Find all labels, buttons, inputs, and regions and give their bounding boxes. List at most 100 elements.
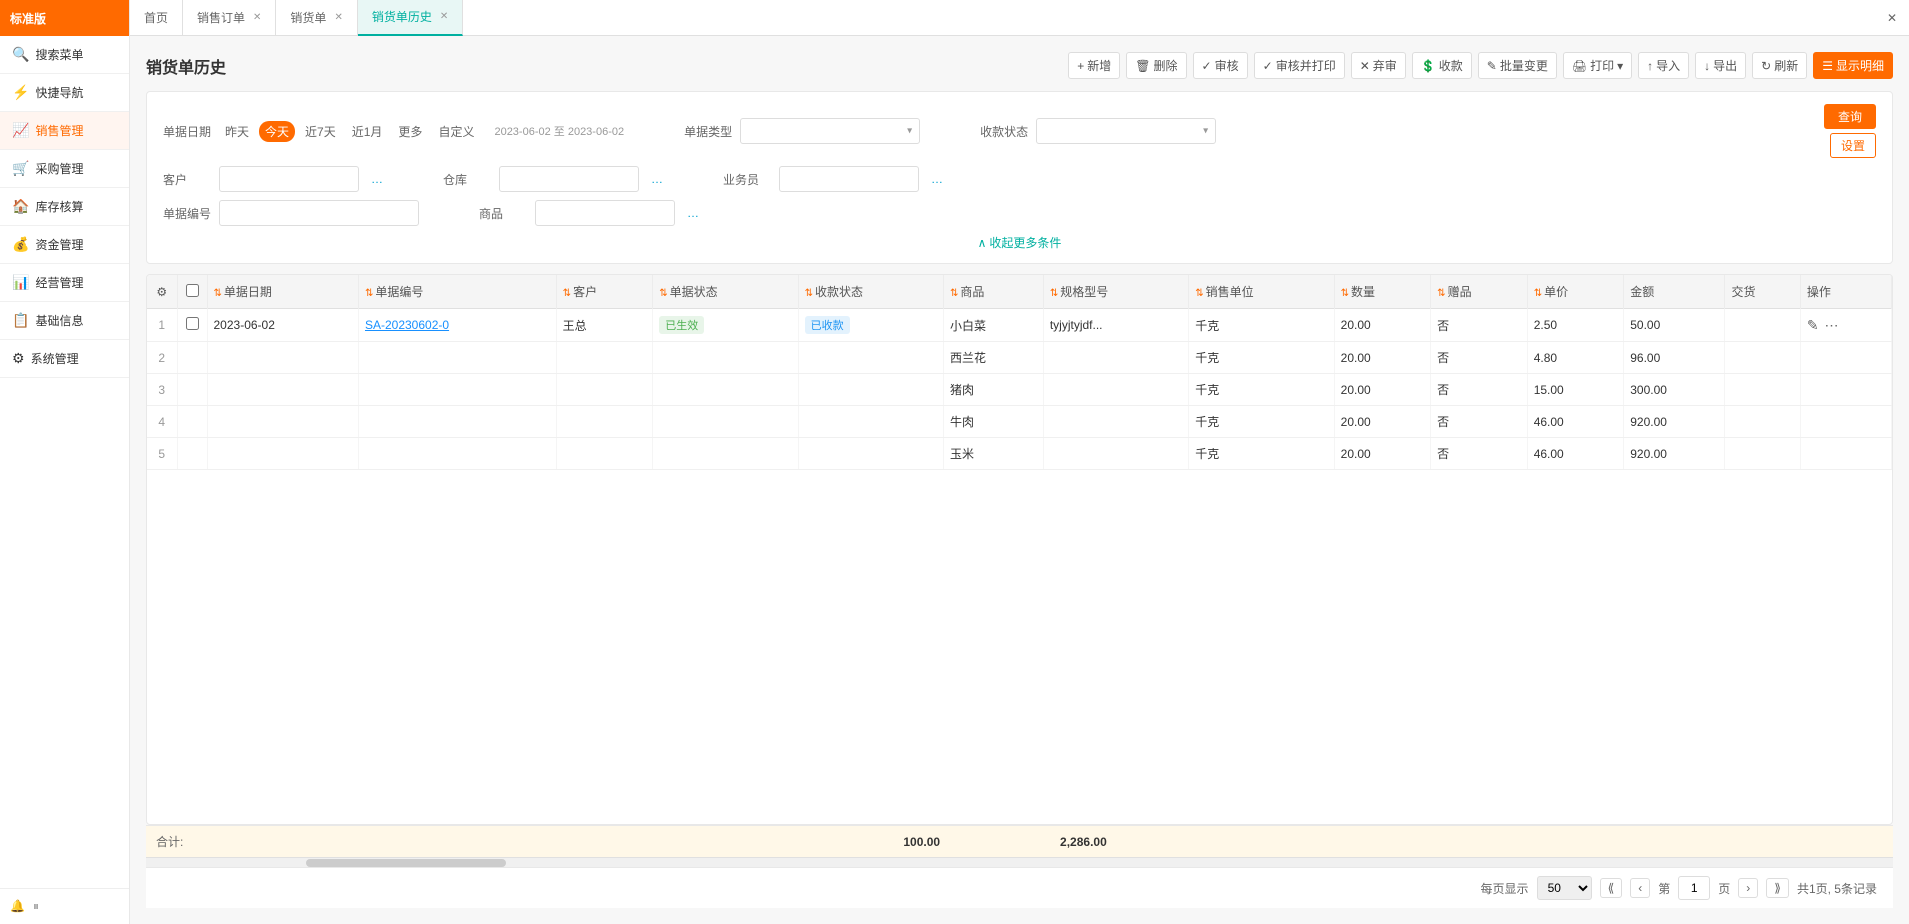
warehouse-input[interactable] <box>499 166 639 192</box>
col-doc-no[interactable]: ⇅单据编号 <box>358 275 556 309</box>
collapse-button[interactable]: ∧ 收起更多条件 <box>163 234 1876 251</box>
audit-button[interactable]: ✓ 审核 <box>1193 52 1248 79</box>
delete-button[interactable]: 🗑 删除 <box>1126 52 1186 79</box>
filter-row-3: 单据编号 商品 … <box>163 200 1876 226</box>
date-range-display: 2023-06-02 至 2023-06-02 <box>494 123 624 139</box>
select-all-checkbox[interactable] <box>186 284 199 297</box>
col-doc-status[interactable]: ⇅单据状态 <box>653 275 798 309</box>
export-button[interactable]: ↓ 导出 <box>1695 52 1746 79</box>
price-cell: 4.80 <box>1527 342 1624 374</box>
col-goods[interactable]: ⇅商品 <box>944 275 1044 309</box>
date-chip-1month[interactable]: 近1月 <box>346 121 389 142</box>
sidebar-item-label: 资金管理 <box>35 236 83 253</box>
sidebar-item-quick-nav[interactable]: ⚡ 快捷导航 <box>0 74 129 112</box>
prev-page-button[interactable]: ‹ <box>1630 878 1650 898</box>
date-chip-more[interactable]: 更多 <box>392 121 428 142</box>
doc-no-link[interactable]: SA-20230602-0 <box>365 318 449 332</box>
tab-sales-order[interactable]: 销售订单 ✕ <box>183 0 276 36</box>
tab-sales-history[interactable]: 销货单历史 ✕ <box>358 0 463 36</box>
sort-doc-date-icon: ⇅ <box>214 288 222 299</box>
col-qty[interactable]: ⇅数量 <box>1334 275 1431 309</box>
sidebar-item-search-menu[interactable]: 🔍 搜索菜单 <box>0 36 129 74</box>
sidebar-item-purchase-mgmt[interactable]: 🛒 采购管理 <box>0 150 129 188</box>
customer-dots-button[interactable]: … <box>371 172 383 186</box>
page-label: 页 <box>1718 880 1730 897</box>
edit-action-icon[interactable]: ✎ <box>1807 317 1819 334</box>
refresh-button[interactable]: ↻ 刷新 <box>1752 52 1807 79</box>
col-customer[interactable]: ⇅客户 <box>556 275 653 309</box>
page-title: 销货单历史 <box>146 54 226 78</box>
gift-cell: 否 <box>1431 374 1528 406</box>
next-page-button[interactable]: › <box>1738 878 1758 898</box>
payment-status-cell <box>798 406 943 438</box>
gift-cell: 否 <box>1431 406 1528 438</box>
date-chip-7days[interactable]: 近7天 <box>299 121 342 142</box>
col-spec[interactable]: ⇅规格型号 <box>1043 275 1188 309</box>
sidebar-item-label: 搜索菜单 <box>35 46 83 63</box>
tab-sales-delivery-close[interactable]: ✕ <box>334 12 342 23</box>
goods-dots-button[interactable]: … <box>687 206 699 220</box>
print-button[interactable]: 🖨 打印 ▾ <box>1563 52 1632 79</box>
query-button[interactable]: 查询 <box>1824 104 1876 129</box>
col-payment-status[interactable]: ⇅收款状态 <box>798 275 943 309</box>
col-doc-date[interactable]: ⇅单据日期 <box>207 275 358 309</box>
row-checkbox[interactable] <box>186 317 199 330</box>
sidebar-item-sys-mgmt[interactable]: ⚙ 系统管理 <box>0 340 129 378</box>
page-number-input[interactable] <box>1678 876 1710 900</box>
inventory-icon: 🏠 <box>12 198 29 215</box>
scrollbar-thumb[interactable] <box>306 859 506 867</box>
col-unit[interactable]: ⇅销售单位 <box>1189 275 1334 309</box>
date-chip-today[interactable]: 今天 <box>259 121 295 142</box>
sort-doc-no-icon: ⇅ <box>365 288 373 299</box>
col-settings[interactable]: ⚙ <box>147 275 177 309</box>
salesperson-dots-button[interactable]: … <box>931 172 943 186</box>
col-gift[interactable]: ⇅赠品 <box>1431 275 1528 309</box>
window-close-button[interactable]: ✕ <box>1875 11 1909 25</box>
sidebar-footer-icon2[interactable]: ⏸ <box>33 899 39 914</box>
sidebar-footer-icon1[interactable]: 🔔 <box>10 899 25 914</box>
tab-sales-history-close[interactable]: ✕ <box>440 11 448 22</box>
more-action-icon[interactable]: ⋯ <box>1825 317 1839 334</box>
audit-print-button[interactable]: ✓ 审核并打印 <box>1254 52 1345 79</box>
receive-button[interactable]: 💲 收款 <box>1412 52 1472 79</box>
sales-mgmt-icon: 📈 <box>12 122 29 139</box>
page-header: 销货单历史 + 新增 🗑 删除 ✓ 审核 ✓ 审核并打印 <box>146 52 1893 79</box>
batch-change-button[interactable]: ✎ 批量变更 <box>1478 52 1557 79</box>
sidebar-item-fund-mgmt[interactable]: 💰 资金管理 <box>0 226 129 264</box>
new-button[interactable]: + 新增 <box>1068 52 1120 79</box>
tab-sales-delivery[interactable]: 销货单 ✕ <box>276 0 357 36</box>
date-chip-custom[interactable]: 自定义 <box>432 121 480 142</box>
doc-type-select[interactable] <box>740 118 920 144</box>
col-price[interactable]: ⇅单价 <box>1527 275 1624 309</box>
salesperson-label: 业务员 <box>723 171 771 188</box>
doc-no-input[interactable] <box>219 200 419 226</box>
filter-area: 单据日期 昨天 今天 近7天 近1月 更多 自定义 2023-06-02 至 2… <box>146 91 1893 264</box>
doc-no-cell <box>358 374 556 406</box>
last-page-button[interactable]: ⟫ <box>1766 878 1789 898</box>
content-area: 销货单历史 + 新增 🗑 删除 ✓ 审核 ✓ 审核并打印 <box>130 36 1909 924</box>
discard-button[interactable]: ✕ 弃审 <box>1351 52 1406 79</box>
goods-cell: 猪肉 <box>944 374 1044 406</box>
row-num-cell: 1 <box>147 309 177 342</box>
customer-input[interactable] <box>219 166 359 192</box>
goods-input[interactable] <box>535 200 675 226</box>
warehouse-dots-button[interactable]: … <box>651 172 663 186</box>
sidebar-item-sales-mgmt[interactable]: 📈 销售管理 <box>0 112 129 150</box>
sidebar-item-basic-info[interactable]: 📋 基础信息 <box>0 302 129 340</box>
amount-cell: 920.00 <box>1624 406 1725 438</box>
salesperson-input[interactable] <box>779 166 919 192</box>
payment-status-select[interactable] <box>1036 118 1216 144</box>
tab-home[interactable]: 首页 <box>130 0 183 36</box>
import-button[interactable]: ↑ 导入 <box>1638 52 1689 79</box>
horizontal-scrollbar[interactable] <box>146 857 1893 867</box>
display-detail-button[interactable]: ☰ 显示明细 <box>1813 52 1893 79</box>
page-size-select[interactable]: 50 100 200 <box>1537 876 1592 900</box>
sort-unit-icon: ⇅ <box>1195 288 1203 299</box>
first-page-button[interactable]: ⟪ <box>1600 878 1623 898</box>
tab-sales-order-close[interactable]: ✕ <box>253 12 261 23</box>
price-cell: 15.00 <box>1527 374 1624 406</box>
sidebar-item-inventory[interactable]: 🏠 库存核算 <box>0 188 129 226</box>
sidebar-item-ops-mgmt[interactable]: 📊 经营管理 <box>0 264 129 302</box>
filter-settings-button[interactable]: 设置 <box>1830 133 1876 158</box>
date-chip-yesterday[interactable]: 昨天 <box>219 121 255 142</box>
